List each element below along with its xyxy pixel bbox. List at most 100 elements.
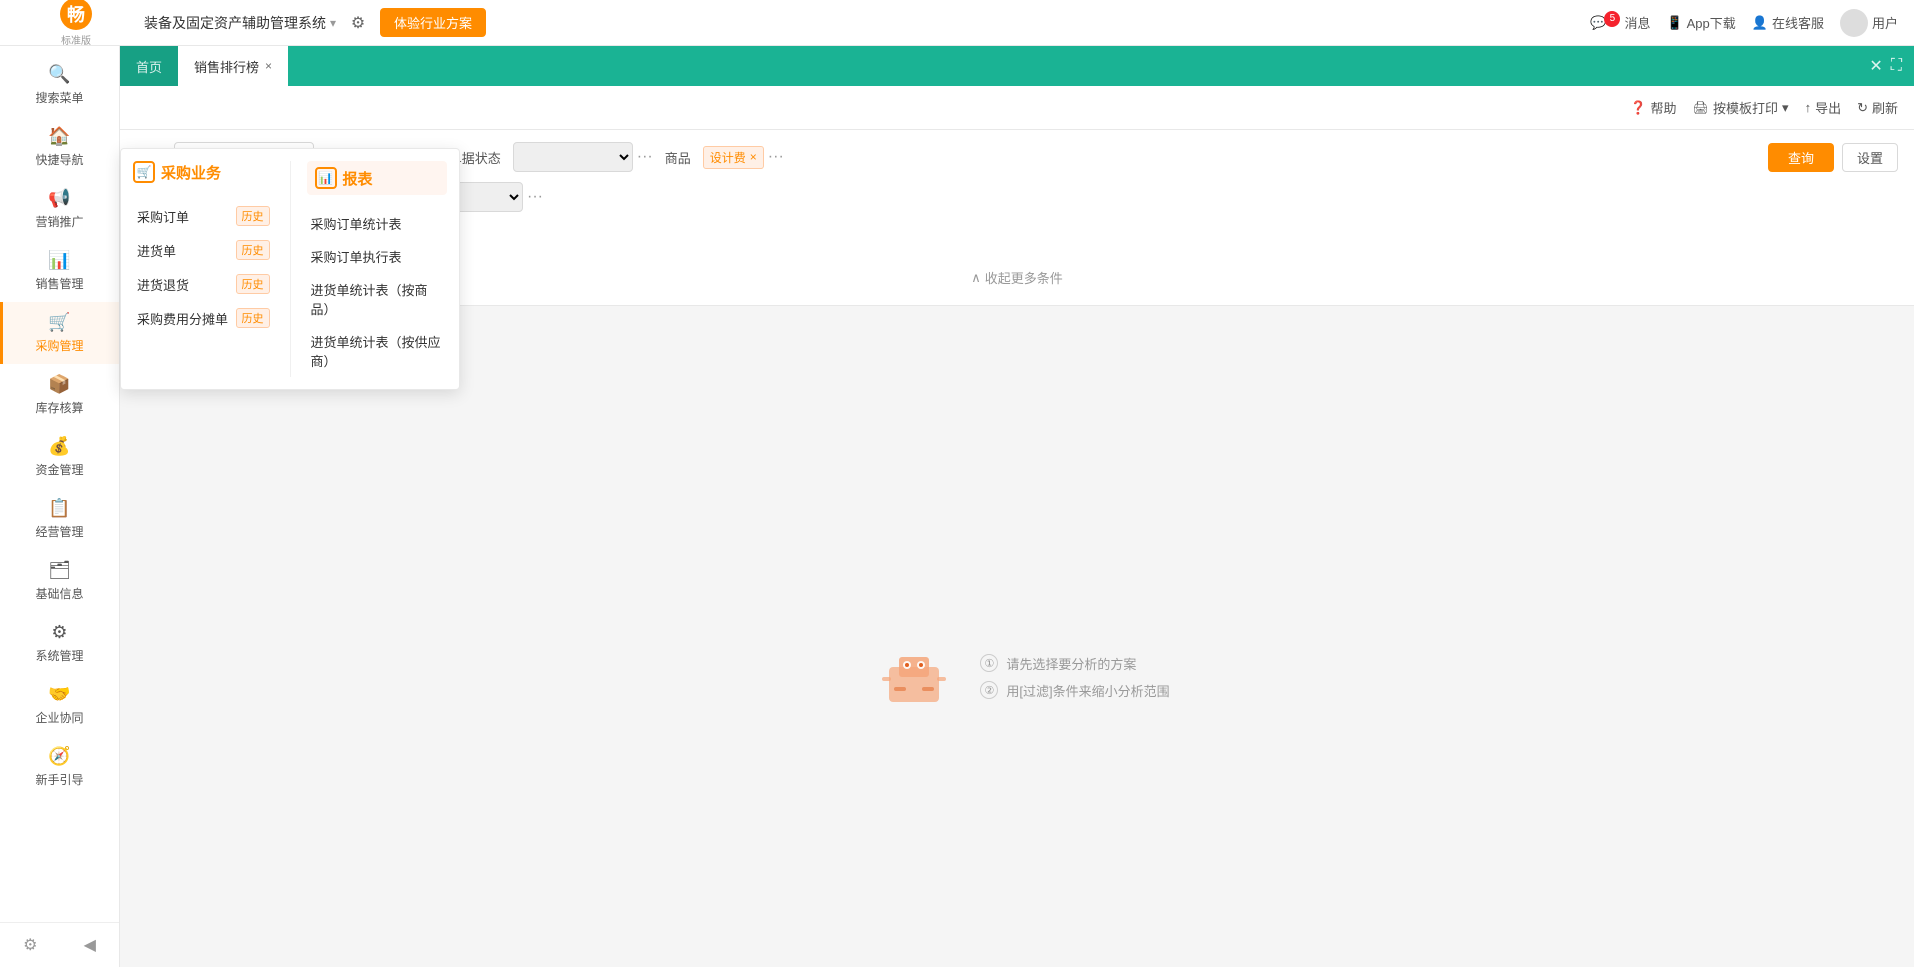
content-area: 首页 销售排行榜 × ✕ ⛶ ❓ 帮助 🖨 按模板打印 [120,46,1914,967]
goods-return-badge: 历史 [236,274,270,294]
sidebar-item-guide[interactable]: 🧭 新手引导 [0,736,119,798]
dropdown-report-col: 📊 报表 采购订单统计表 采购订单执行表 进货单统计表（按商品） 进货单统计表（… [295,161,460,377]
marketing-icon: 📢 [48,188,70,209]
dropdown-item-purchase-cost[interactable]: 采购费用分摊单 历史 [133,301,274,335]
notification-label: 消息 [1624,13,1650,32]
dropdown-item-goods-in-stat-by-supplier[interactable]: 进货单统计表（按供应商） [307,325,448,377]
purchase-icon: 🛒 [48,312,70,333]
sidebar-settings-icon[interactable]: ⚙ [23,935,37,955]
empty-text-item-1: ① 请先选择要分析的方案 [980,654,1169,673]
report-section-title: 报表 [343,168,373,189]
logo-subtext: 标准版 [61,32,91,47]
dropdown-item-goods-return[interactable]: 进货退货 历史 [133,267,274,301]
print-dropdown-icon[interactable]: ▾ [1782,100,1789,116]
header-right: 💬 5 消息 📱 App下载 👤 在线客服 用户 [1590,9,1898,37]
empty-illustration [864,637,964,717]
export-action[interactable]: ↑ 导出 [1805,98,1842,117]
sidebar-item-operations[interactable]: 📋 经营管理 [0,488,119,550]
logo-area: 畅 标准版 [16,0,136,47]
query-button[interactable]: 查询 [1768,143,1834,172]
main-layout: 🔍 搜索菜单 🏠 快捷导航 📢 营销推广 📊 销售管理 🛒 采购管理 📦 库存核… [0,46,1914,967]
report-menu-icon: 📊 [315,167,337,189]
purchase-order-badge: 历史 [236,206,270,226]
notification-action[interactable]: 💬 5 消息 [1590,13,1650,32]
goods-tag-close-icon[interactable]: × [750,150,757,164]
tab-expand-btn[interactable]: ⛶ [1891,57,1902,75]
sidebar-label-guide: 新手引导 [35,771,83,788]
enterprise-icon: 🤝 [48,684,70,705]
sidebar-bottom: ⚙ ◀ [0,922,119,967]
sidebar-label-quicknav: 快捷导航 [35,151,83,168]
voucher-status-ellipsis[interactable]: ··· [637,148,653,166]
app-download-action[interactable]: 📱 App下载 [1666,13,1735,32]
tab-close-btn[interactable]: ✕ [1869,56,1882,76]
sidebar-label-purchase: 采购管理 [35,337,83,354]
purchase-order-exec-label: 采购订单执行表 [311,247,402,266]
tab-home-label: 首页 [136,57,162,76]
sidebar-collapse-icon[interactable]: ◀ [84,935,96,955]
dropdown-item-purchase-order-stat[interactable]: 采购订单统计表 [307,207,448,240]
dropdown-item-goods-in[interactable]: 进货单 历史 [133,233,274,267]
print-action[interactable]: 🖨 按模板打印 ▾ [1693,98,1789,117]
system-title: 装备及固定资产辅助管理系统 [144,13,326,33]
purchase-section-title: 采购业务 [161,162,221,183]
sidebar-item-purchase[interactable]: 🛒 采购管理 [0,302,119,364]
goods-label: 商品 [665,148,691,167]
goods-tag[interactable]: 设计费 × [703,146,764,169]
dropdown-purchase-col: 🛒 采购业务 采购订单 历史 进货单 历史 进货退货 历史 采购费用分摊 [121,161,286,377]
sidebar-item-inventory[interactable]: 📦 库存核算 [0,364,119,426]
salesperson-ellipsis[interactable]: ··· [527,188,543,206]
tab-bar-right: ✕ ⛶ [1869,56,1914,76]
help-action[interactable]: ❓ 帮助 [1630,98,1676,117]
sidebar-item-search[interactable]: 🔍 搜索菜单 [0,54,119,116]
dropdown-item-goods-in-stat-by-goods[interactable]: 进货单统计表（按商品） [307,273,448,325]
sidebar-item-enterprise[interactable]: 🤝 企业协同 [0,674,119,736]
tab-sales-ranking[interactable]: 销售排行榜 × [178,46,288,86]
tab-home[interactable]: 首页 [120,46,178,86]
refresh-label: 刷新 [1872,98,1898,117]
goods-in-label: 进货单 [137,241,176,260]
goods-tag-text: 设计费 [710,149,746,166]
dropdown-item-purchase-order[interactable]: 采购订单 历史 [133,199,274,233]
online-service-action[interactable]: 👤 在线客服 [1752,13,1824,32]
goods-return-label: 进货退货 [137,275,189,294]
sidebar-label-inventory: 库存核算 [35,399,83,416]
refresh-icon: ↻ [1857,100,1868,116]
sidebar-item-quicknav[interactable]: 🏠 快捷导航 [0,116,119,178]
step-num-2: ② [980,681,998,699]
sidebar-label-search: 搜索菜单 [35,89,83,106]
system-title-dropdown[interactable]: 装备及固定资产辅助管理系统 ▾ [144,13,336,33]
sidebar-item-marketing[interactable]: 📢 营销推广 [0,178,119,240]
sidebar-item-finance[interactable]: 💰 资金管理 [0,426,119,488]
refresh-action[interactable]: ↻ 刷新 [1857,98,1898,117]
logo-icon: 畅 [60,0,92,30]
dropdown-purchase-title: 🛒 采购业务 [133,161,274,187]
settings-button[interactable]: 设置 [1842,143,1898,172]
voucher-status-select[interactable] [513,142,633,172]
online-service-label: 在线客服 [1772,13,1824,32]
finance-icon: 💰 [48,436,70,457]
system-settings-icon[interactable]: ⚙ [344,9,372,37]
sidebar-item-basicinfo[interactable]: 🗂 基础信息 [0,550,119,612]
purchase-cost-badge: 历史 [236,308,270,328]
title-dropdown-arrow: ▾ [330,16,336,30]
tab-close-icon[interactable]: × [265,59,272,73]
empty-row: ① 请先选择要分析的方案 ② 用[过滤]条件来缩小分析范围 [864,637,1169,717]
goods-ellipsis[interactable]: ··· [768,148,784,166]
help-label: 帮助 [1650,98,1676,117]
user-action[interactable]: 用户 [1840,9,1898,37]
sidebar-label-finance: 资金管理 [35,461,83,478]
help-icon: ❓ [1630,100,1646,116]
sidebar-label-marketing: 营销推广 [35,213,83,230]
sidebar-item-system[interactable]: ⚙ 系统管理 [0,612,119,674]
top-header: 畅 标准版 装备及固定资产辅助管理系统 ▾ ⚙ 体验行业方案 💬 5 消息 📱 … [0,0,1914,46]
industry-btn[interactable]: 体验行业方案 [380,8,486,37]
search-icon: 🔍 [48,64,70,85]
goods-in-stat-goods-label: 进货单统计表（按商品） [311,280,444,318]
dropdown-item-purchase-order-exec[interactable]: 采购订单执行表 [307,240,448,273]
home-icon: 🏠 [48,126,70,147]
user-label: 用户 [1872,13,1898,32]
toolbar: ❓ 帮助 🖨 按模板打印 ▾ ↑ 导出 ↻ 刷新 [120,86,1914,130]
purchase-dropdown-menu: 🛒 采购业务 采购订单 历史 进货单 历史 进货退货 历史 采购费用分摊 [120,148,460,390]
sidebar-item-sales[interactable]: 📊 销售管理 [0,240,119,302]
